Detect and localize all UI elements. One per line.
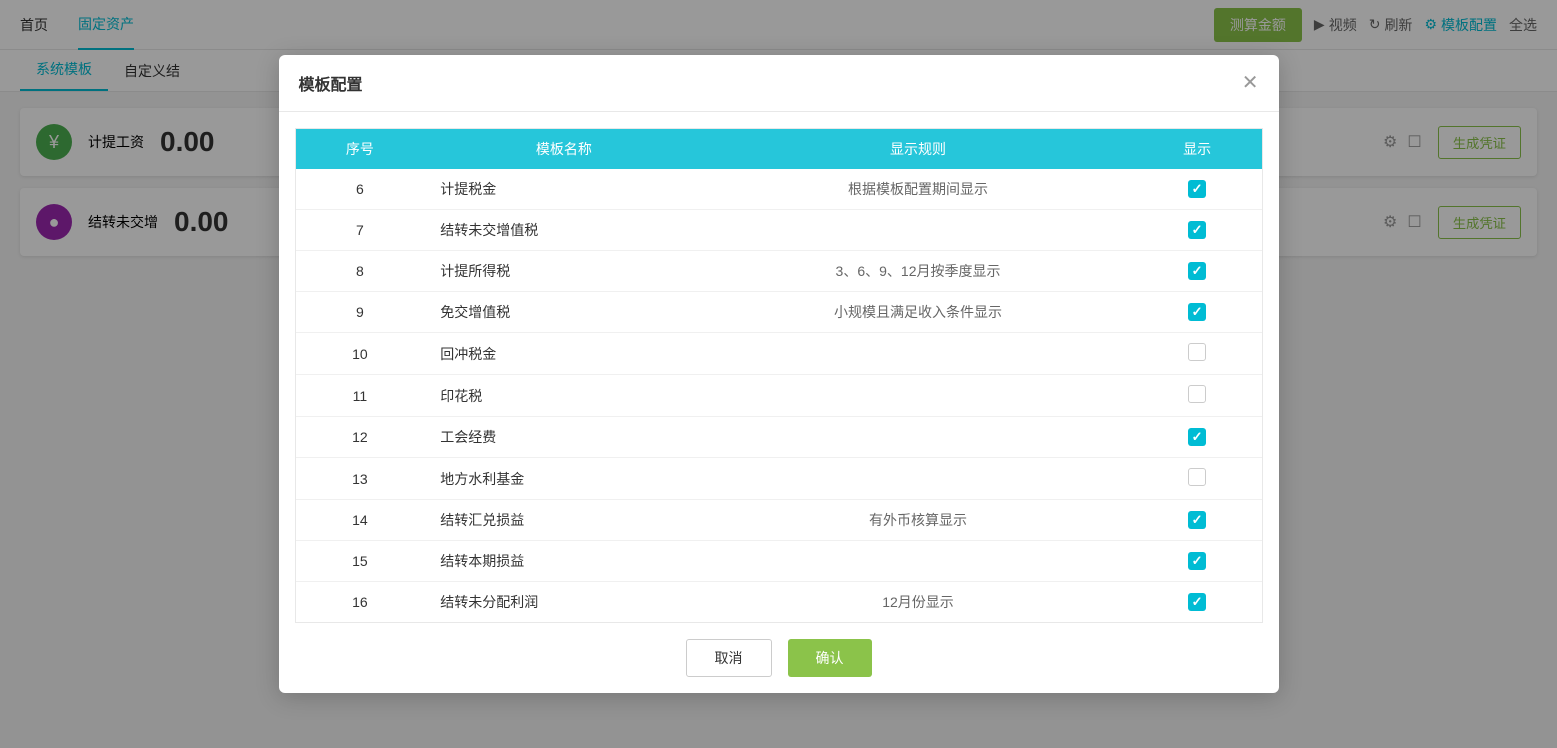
table-row: 16结转未分配利润12月份显示 [296, 582, 1262, 623]
row-index: 8 [296, 251, 425, 292]
table-row: 6计提税金根据模板配置期间显示 [296, 169, 1262, 210]
row-display-checkbox[interactable] [1133, 292, 1262, 333]
row-display-checkbox[interactable] [1133, 210, 1262, 251]
row-template-name: 结转汇兑损益 [424, 500, 703, 541]
row-template-name: 计提所得税 [424, 251, 703, 292]
col-rule: 显示规则 [703, 129, 1132, 169]
row-index: 9 [296, 292, 425, 333]
col-display: 显示 [1133, 129, 1262, 169]
table-row: 13地方水利基金 [296, 458, 1262, 500]
table-row: 11印花税 [296, 375, 1262, 417]
table-row: 8计提所得税3、6、9、12月按季度显示 [296, 251, 1262, 292]
row-display-rule: 3、6、9、12月按季度显示 [703, 251, 1132, 292]
table-row: 10回冲税金 [296, 333, 1262, 375]
row-template-name: 结转本期损益 [424, 541, 703, 582]
table-row: 15结转本期损益 [296, 541, 1262, 582]
row-index: 6 [296, 169, 425, 210]
cancel-button[interactable]: 取消 [686, 639, 772, 677]
row-template-name: 回冲税金 [424, 333, 703, 375]
row-index: 7 [296, 210, 425, 251]
row-display-rule [703, 210, 1132, 251]
row-template-name: 结转未分配利润 [424, 582, 703, 623]
row-index: 15 [296, 541, 425, 582]
row-display-rule: 小规模且满足收入条件显示 [703, 292, 1132, 333]
modal-footer: 取消 确认 [279, 623, 1279, 693]
row-display-rule: 12月份显示 [703, 582, 1132, 623]
row-display-checkbox[interactable] [1133, 582, 1262, 623]
row-index: 12 [296, 417, 425, 458]
row-display-checkbox[interactable] [1133, 417, 1262, 458]
col-name: 模板名称 [424, 129, 703, 169]
row-template-name: 免交增值税 [424, 292, 703, 333]
row-display-rule [703, 333, 1132, 375]
row-template-name: 地方水利基金 [424, 458, 703, 500]
table-row: 9免交增值税小规模且满足收入条件显示 [296, 292, 1262, 333]
config-table: 序号 模板名称 显示规则 显示 6计提税金根据模板配置期间显示7结转未交增值税8… [296, 129, 1262, 622]
template-config-modal: 模板配置 ✕ 序号 模板名称 显示规则 显示 6计提税金根据模板配置期间显示7结… [279, 55, 1279, 693]
row-display-rule: 有外币核算显示 [703, 500, 1132, 541]
row-index: 16 [296, 582, 425, 623]
row-template-name: 工会经费 [424, 417, 703, 458]
close-icon[interactable]: ✕ [1242, 73, 1259, 93]
row-display-rule: 根据模板配置期间显示 [703, 169, 1132, 210]
row-display-checkbox[interactable] [1133, 458, 1262, 500]
col-index: 序号 [296, 129, 425, 169]
table-row: 12工会经费 [296, 417, 1262, 458]
confirm-button[interactable]: 确认 [788, 639, 872, 677]
modal-overlay: 模板配置 ✕ 序号 模板名称 显示规则 显示 6计提税金根据模板配置期间显示7结… [0, 0, 1557, 748]
row-display-rule [703, 541, 1132, 582]
row-template-name: 结转未交增值税 [424, 210, 703, 251]
row-index: 14 [296, 500, 425, 541]
row-display-rule [703, 458, 1132, 500]
row-display-checkbox[interactable] [1133, 169, 1262, 210]
modal-title: 模板配置 [299, 71, 363, 95]
row-index: 11 [296, 375, 425, 417]
row-display-checkbox[interactable] [1133, 541, 1262, 582]
row-display-checkbox[interactable] [1133, 375, 1262, 417]
modal-table-container[interactable]: 序号 模板名称 显示规则 显示 6计提税金根据模板配置期间显示7结转未交增值税8… [295, 128, 1263, 623]
row-display-rule [703, 375, 1132, 417]
row-index: 10 [296, 333, 425, 375]
row-display-checkbox[interactable] [1133, 251, 1262, 292]
table-row: 7结转未交增值税 [296, 210, 1262, 251]
row-template-name: 印花税 [424, 375, 703, 417]
row-display-checkbox[interactable] [1133, 333, 1262, 375]
table-row: 14结转汇兑损益有外币核算显示 [296, 500, 1262, 541]
row-template-name: 计提税金 [424, 169, 703, 210]
row-display-checkbox[interactable] [1133, 500, 1262, 541]
table-header-row: 序号 模板名称 显示规则 显示 [296, 129, 1262, 169]
modal-header: 模板配置 ✕ [279, 55, 1279, 112]
row-index: 13 [296, 458, 425, 500]
row-display-rule [703, 417, 1132, 458]
